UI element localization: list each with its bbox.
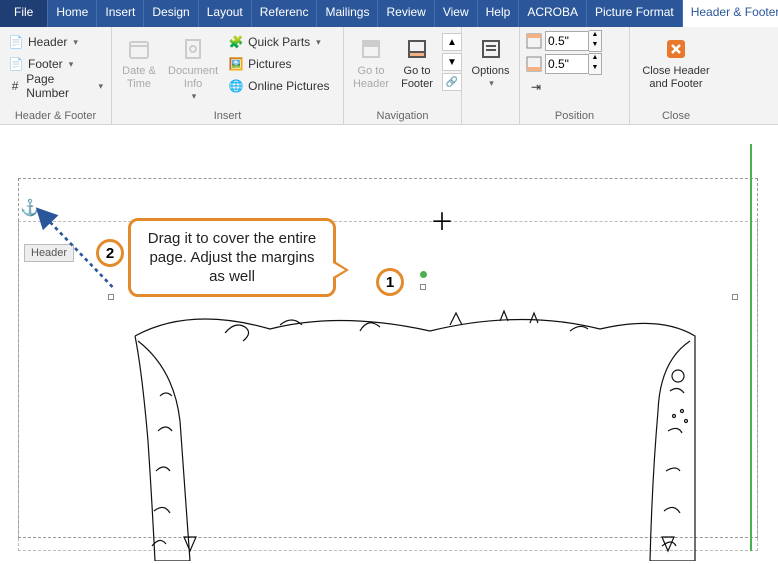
header-top-field[interactable] (545, 31, 589, 51)
options-label: Options (472, 65, 510, 78)
tab-picture-format[interactable]: Picture Format (587, 0, 683, 27)
quick-parts-label: Quick Parts (248, 35, 310, 49)
footer-from-bottom-icon (526, 56, 542, 72)
footer-icon: 📄 (8, 56, 24, 72)
page-number-icon: # (8, 78, 22, 94)
chevron-down-icon: ▾ (316, 37, 321, 48)
goto-footer-button[interactable]: Go to Footer (396, 31, 438, 93)
step-marker-2: 2 (96, 239, 124, 267)
doc-info-label: Document Info (168, 65, 218, 91)
spin-down[interactable]: ▼ (589, 64, 601, 74)
document-info-button[interactable]: Document Info ▾ (164, 31, 222, 104)
move-cursor-icon: ＋ (430, 202, 454, 237)
group-navigation: Go to Header Go to Footer ▲ ▼ 🔗 Navigati… (344, 27, 462, 124)
tab-layout[interactable]: Layout (199, 0, 252, 27)
group-label-nav: Navigation (348, 108, 457, 124)
tab-home[interactable]: Home (48, 0, 97, 27)
close-label: Close Header and Footer (642, 65, 709, 91)
step-marker-1: 1 (376, 268, 404, 296)
ribbon-tabs: File Home Insert Design Layout Referenc … (0, 0, 778, 27)
tab-help[interactable]: Help (478, 0, 520, 27)
header-top-input[interactable]: ▲▼ (545, 31, 602, 51)
group-close: Close Header and Footer Close (630, 27, 722, 124)
date-time-label: Date & Time (122, 65, 156, 91)
chevron-down-icon: ▾ (489, 78, 494, 89)
goto-footer-label: Go to Footer (401, 65, 433, 91)
group-options: Options ▾ (462, 27, 520, 124)
header-icon: 📄 (8, 34, 24, 50)
group-label-hf: Header & Footer (4, 108, 107, 124)
tab-references[interactable]: Referenc (252, 0, 318, 27)
tab-insert[interactable]: Insert (97, 0, 144, 27)
online-pictures-label: Online Pictures (248, 79, 329, 93)
next-icon: ▼ (447, 57, 457, 68)
tab-design[interactable]: Design (144, 0, 198, 27)
group-label-position: Position (524, 108, 625, 124)
online-pictures-icon: 🌐 (228, 78, 244, 94)
nav-link-button[interactable]: 🔗 (442, 73, 462, 91)
footer-bottom-input[interactable]: ▲▼ (545, 54, 602, 74)
tab-file[interactable]: File (0, 0, 48, 27)
tab-header-footer[interactable]: Header & Footer (683, 0, 778, 27)
chevron-down-icon: ▾ (69, 59, 74, 70)
selection-handle-top[interactable] (420, 284, 426, 290)
align-tab-icon: ⇥ (528, 79, 544, 95)
spin-up[interactable]: ▲ (589, 31, 601, 41)
chevron-down-icon: ▾ (98, 81, 103, 92)
tab-acrobat[interactable]: ACROBA (519, 0, 587, 27)
close-icon (662, 35, 690, 63)
alignment-guide (750, 144, 752, 551)
rotate-handle[interactable] (420, 271, 427, 278)
link-icon: 🔗 (446, 77, 458, 88)
spin-down[interactable]: ▼ (589, 41, 601, 51)
group-insert: Date & Time Document Info ▾ 🧩 Quick Part… (112, 27, 344, 124)
options-icon (477, 35, 505, 63)
doc-info-icon (179, 35, 207, 63)
document-canvas[interactable]: ⚓ Header ＋ Drag it to cover the entire p… (0, 126, 778, 551)
date-time-button[interactable]: Date & Time (118, 31, 160, 93)
selection-handle-tr[interactable] (732, 294, 738, 300)
goto-header-label: Go to Header (353, 65, 389, 91)
quick-parts-icon: 🧩 (228, 34, 244, 50)
chevron-down-icon: ▾ (192, 91, 197, 102)
options-button[interactable]: Options ▾ (468, 31, 513, 91)
footer-label: Footer (28, 57, 63, 71)
goto-header-icon (357, 35, 385, 63)
group-label-close: Close (634, 108, 718, 124)
group-position: ▲▼ ▲▼ ⇥ Position (520, 27, 630, 124)
nav-next-button[interactable]: ▼ (442, 53, 462, 71)
quick-parts-menu[interactable]: 🧩 Quick Parts ▾ (226, 31, 331, 53)
footer-bottom-field[interactable] (545, 54, 589, 74)
page-number-menu[interactable]: # Page Number ▾ (6, 75, 105, 97)
group-label-options (466, 108, 515, 124)
selection-handle-tl[interactable] (108, 294, 114, 300)
header-menu[interactable]: 📄 Header ▾ (6, 31, 80, 53)
header-from-top-icon (526, 33, 542, 49)
goto-footer-icon (403, 35, 431, 63)
pictures-icon: 🖼️ (228, 56, 244, 72)
header-label: Header (28, 35, 67, 49)
page-number-label: Page Number (26, 72, 92, 100)
online-pictures-button[interactable]: 🌐 Online Pictures (226, 75, 331, 97)
spin-up[interactable]: ▲ (589, 54, 601, 64)
group-label-insert: Insert (116, 108, 339, 124)
tab-mailings[interactable]: Mailings (317, 0, 378, 27)
close-header-footer-button[interactable]: Close Header and Footer (638, 31, 713, 93)
group-header-footer: 📄 Header ▾ 📄 Footer ▾ # Page Number ▾ He… (0, 27, 112, 124)
instruction-callout: Drag it to cover the entire page. Adjust… (128, 218, 336, 297)
insert-align-tab-button[interactable]: ⇥ (526, 77, 546, 97)
callout-text: Drag it to cover the entire page. Adjust… (148, 230, 316, 285)
tab-review[interactable]: Review (378, 0, 434, 27)
goto-header-button[interactable]: Go to Header (350, 31, 392, 93)
pictures-button[interactable]: 🖼️ Pictures (226, 53, 331, 75)
chevron-down-icon: ▾ (73, 37, 78, 48)
ribbon: 📄 Header ▾ 📄 Footer ▾ # Page Number ▾ He… (0, 27, 778, 125)
callout-arrow-icon (333, 260, 349, 280)
tab-view[interactable]: View (435, 0, 478, 27)
pictures-label: Pictures (248, 57, 291, 71)
calendar-icon (125, 35, 153, 63)
prev-icon: ▲ (447, 37, 457, 48)
nav-prev-button[interactable]: ▲ (442, 33, 462, 51)
